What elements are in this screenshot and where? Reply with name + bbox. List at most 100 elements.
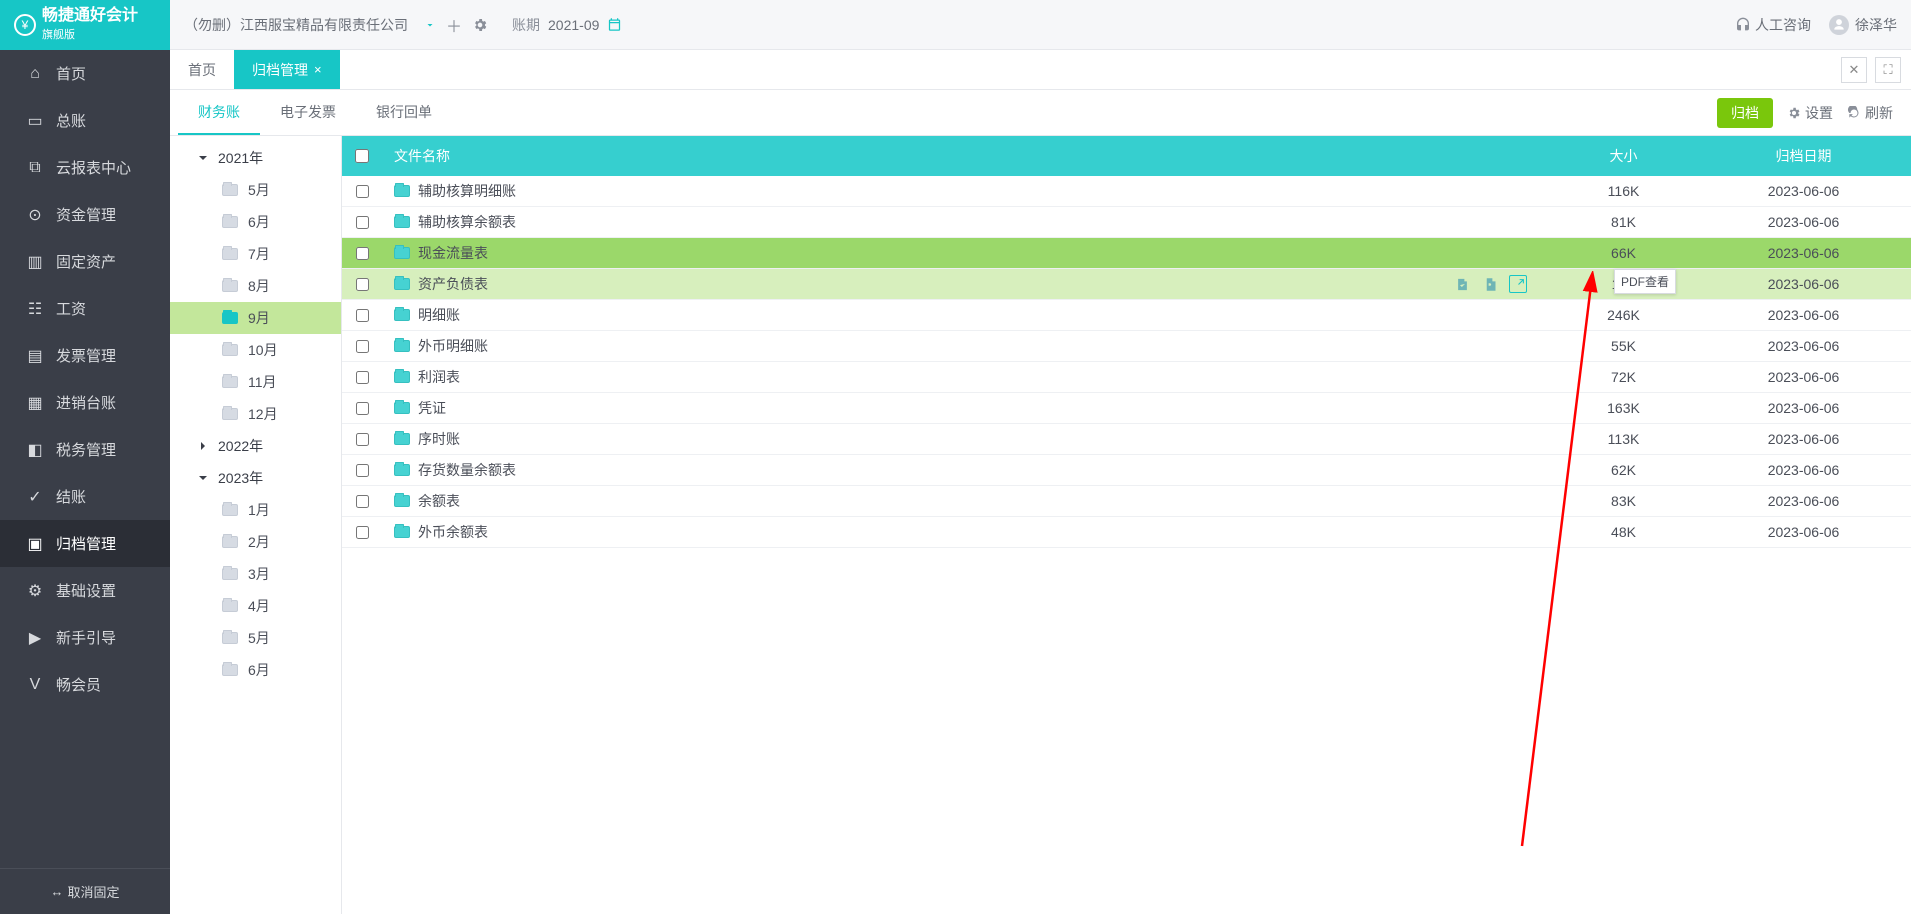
file-row[interactable]: 外币余额表48K2023-06-06 bbox=[342, 517, 1911, 548]
sidebar-unpin-button[interactable]: ↔ 取消固定 bbox=[0, 868, 170, 914]
nav-税务管理[interactable]: ◧税务管理 bbox=[0, 426, 170, 473]
refresh-link[interactable]: 刷新 bbox=[1847, 103, 1893, 123]
inner-tab-财务账[interactable]: 财务账 bbox=[178, 90, 260, 135]
tree-month-label: 8月 bbox=[248, 276, 270, 296]
page-tab-label: 归档管理 bbox=[252, 60, 308, 80]
file-row[interactable]: 序时账113K2023-06-06 bbox=[342, 424, 1911, 455]
col-name[interactable]: 文件名称 bbox=[382, 146, 1551, 166]
settings-link[interactable]: 设置 bbox=[1787, 103, 1833, 123]
acct-period-value[interactable]: 2021-09 bbox=[548, 17, 599, 33]
file-row[interactable]: 余额表83K2023-06-06 bbox=[342, 486, 1911, 517]
nav-icon: ▦ bbox=[26, 393, 44, 413]
tree-month-label: 12月 bbox=[248, 404, 278, 424]
row-checkbox[interactable] bbox=[356, 247, 369, 260]
row-checkbox[interactable] bbox=[356, 278, 369, 291]
tree-year-2023年[interactable]: 2023年 bbox=[170, 462, 341, 494]
user-menu[interactable]: 徐泽华 bbox=[1829, 15, 1897, 35]
folder-icon bbox=[394, 371, 410, 383]
file-row[interactable]: 辅助核算余额表81K2023-06-06 bbox=[342, 207, 1911, 238]
select-all-checkbox[interactable] bbox=[355, 149, 369, 163]
folder-icon bbox=[222, 408, 238, 420]
file-row[interactable]: 利润表72K2023-06-06 bbox=[342, 362, 1911, 393]
nav-畅会员[interactable]: V畅会员 bbox=[0, 661, 170, 708]
file-size: 163K bbox=[1551, 400, 1696, 416]
archive-button[interactable]: 归档 bbox=[1717, 98, 1773, 128]
nav-icon: ⊙ bbox=[26, 205, 44, 225]
file-date: 2023-06-06 bbox=[1696, 431, 1911, 447]
fullscreen-button[interactable]: ⛶ bbox=[1875, 57, 1901, 83]
row-checkbox[interactable] bbox=[356, 402, 369, 415]
tree-month-2021年-10月[interactable]: 10月 bbox=[170, 334, 341, 366]
tree-month-2021年-8月[interactable]: 8月 bbox=[170, 270, 341, 302]
tree-month-2021年-6月[interactable]: 6月 bbox=[170, 206, 341, 238]
calendar-icon[interactable] bbox=[607, 17, 622, 32]
nav-云报表中心[interactable]: ⧉云报表中心 bbox=[0, 144, 170, 191]
inner-tab-电子发票[interactable]: 电子发票 bbox=[260, 90, 356, 135]
col-date[interactable]: 归档日期 bbox=[1696, 146, 1911, 166]
company-dropdown-icon[interactable] bbox=[424, 19, 436, 31]
tree-month-2021年-9月[interactable]: 9月 bbox=[170, 302, 341, 334]
file-row[interactable]: 现金流量表66K2023-06-06 bbox=[342, 238, 1911, 269]
nav-首页[interactable]: ⌂首页 bbox=[0, 50, 170, 97]
row-checkbox[interactable] bbox=[356, 371, 369, 384]
inner-tab-银行回单[interactable]: 银行回单 bbox=[356, 90, 452, 135]
nav-工资[interactable]: ☷工资 bbox=[0, 285, 170, 332]
tree-year-2022年[interactable]: 2022年 bbox=[170, 430, 341, 462]
download-pdf-icon[interactable] bbox=[1481, 275, 1499, 293]
tree-month-label: 11月 bbox=[248, 372, 277, 392]
tree-month-2023年-5月[interactable]: 5月 bbox=[170, 622, 341, 654]
support-link[interactable]: 人工咨询 bbox=[1735, 15, 1811, 35]
nav-进销台账[interactable]: ▦进销台账 bbox=[0, 379, 170, 426]
nav-发票管理[interactable]: ▤发票管理 bbox=[0, 332, 170, 379]
file-name: 凭证 bbox=[418, 398, 446, 418]
row-checkbox[interactable] bbox=[356, 340, 369, 353]
company-name[interactable]: （勿删）江西服宝精品有限责任公司（... bbox=[184, 15, 414, 35]
row-checkbox[interactable] bbox=[356, 185, 369, 198]
page-tab-归档管理[interactable]: 归档管理 × bbox=[234, 50, 340, 89]
nav-归档管理[interactable]: ▣归档管理 bbox=[0, 520, 170, 567]
nav-固定资产[interactable]: ▥固定资产 bbox=[0, 238, 170, 285]
file-size: 116K bbox=[1551, 183, 1696, 199]
row-checkbox[interactable] bbox=[356, 433, 369, 446]
topbar: （勿删）江西服宝精品有限责任公司（... ＋ 账期 2021-09 bbox=[170, 0, 1911, 50]
folder-icon bbox=[222, 216, 238, 228]
tree-year-label: 2021年 bbox=[218, 148, 263, 168]
row-checkbox[interactable] bbox=[356, 216, 369, 229]
nav-新手引导[interactable]: ▶新手引导 bbox=[0, 614, 170, 661]
folder-icon bbox=[394, 526, 410, 538]
close-all-tabs-button[interactable]: ✕ bbox=[1841, 57, 1867, 83]
company-settings-button[interactable] bbox=[472, 17, 488, 33]
row-checkbox[interactable] bbox=[356, 464, 369, 477]
col-size[interactable]: 大小 bbox=[1551, 146, 1696, 166]
page-tab-首页[interactable]: 首页 bbox=[170, 50, 234, 89]
row-checkbox[interactable] bbox=[356, 309, 369, 322]
file-row[interactable]: 辅助核算明细账116K2023-06-06 bbox=[342, 176, 1911, 207]
tree-month-2021年-11月[interactable]: 11月 bbox=[170, 366, 341, 398]
tree-month-2023年-3月[interactable]: 3月 bbox=[170, 558, 341, 590]
nav-资金管理[interactable]: ⊙资金管理 bbox=[0, 191, 170, 238]
tree-year-2021年[interactable]: 2021年 bbox=[170, 142, 341, 174]
row-checkbox[interactable] bbox=[356, 495, 369, 508]
nav-结账[interactable]: ✓结账 bbox=[0, 473, 170, 520]
add-company-button[interactable]: ＋ bbox=[446, 13, 462, 37]
nav-icon: V bbox=[26, 676, 44, 694]
tree-month-2023年-2月[interactable]: 2月 bbox=[170, 526, 341, 558]
tree-month-2023年-6月[interactable]: 6月 bbox=[170, 654, 341, 686]
tree-month-2021年-7月[interactable]: 7月 bbox=[170, 238, 341, 270]
nav-总账[interactable]: ▭总账 bbox=[0, 97, 170, 144]
tree-month-label: 10月 bbox=[248, 340, 278, 360]
download-excel-icon[interactable] bbox=[1453, 275, 1471, 293]
pdf-view-icon[interactable] bbox=[1509, 275, 1527, 293]
file-row[interactable]: 存货数量余额表62K2023-06-06 bbox=[342, 455, 1911, 486]
file-row[interactable]: 明细账246K2023-06-06 bbox=[342, 300, 1911, 331]
file-row[interactable]: 凭证163K2023-06-06 bbox=[342, 393, 1911, 424]
tree-month-2021年-12月[interactable]: 12月 bbox=[170, 398, 341, 430]
nav-基础设置[interactable]: ⚙基础设置 bbox=[0, 567, 170, 614]
tree-month-2021年-5月[interactable]: 5月 bbox=[170, 174, 341, 206]
tree-month-2023年-1月[interactable]: 1月 bbox=[170, 494, 341, 526]
row-checkbox[interactable] bbox=[356, 526, 369, 539]
tree-month-2023年-4月[interactable]: 4月 bbox=[170, 590, 341, 622]
file-row[interactable]: 外币明细账55K2023-06-06 bbox=[342, 331, 1911, 362]
page-tabs: 首页归档管理 × ✕ ⛶ bbox=[170, 50, 1911, 90]
close-tab-icon[interactable]: × bbox=[314, 62, 322, 77]
